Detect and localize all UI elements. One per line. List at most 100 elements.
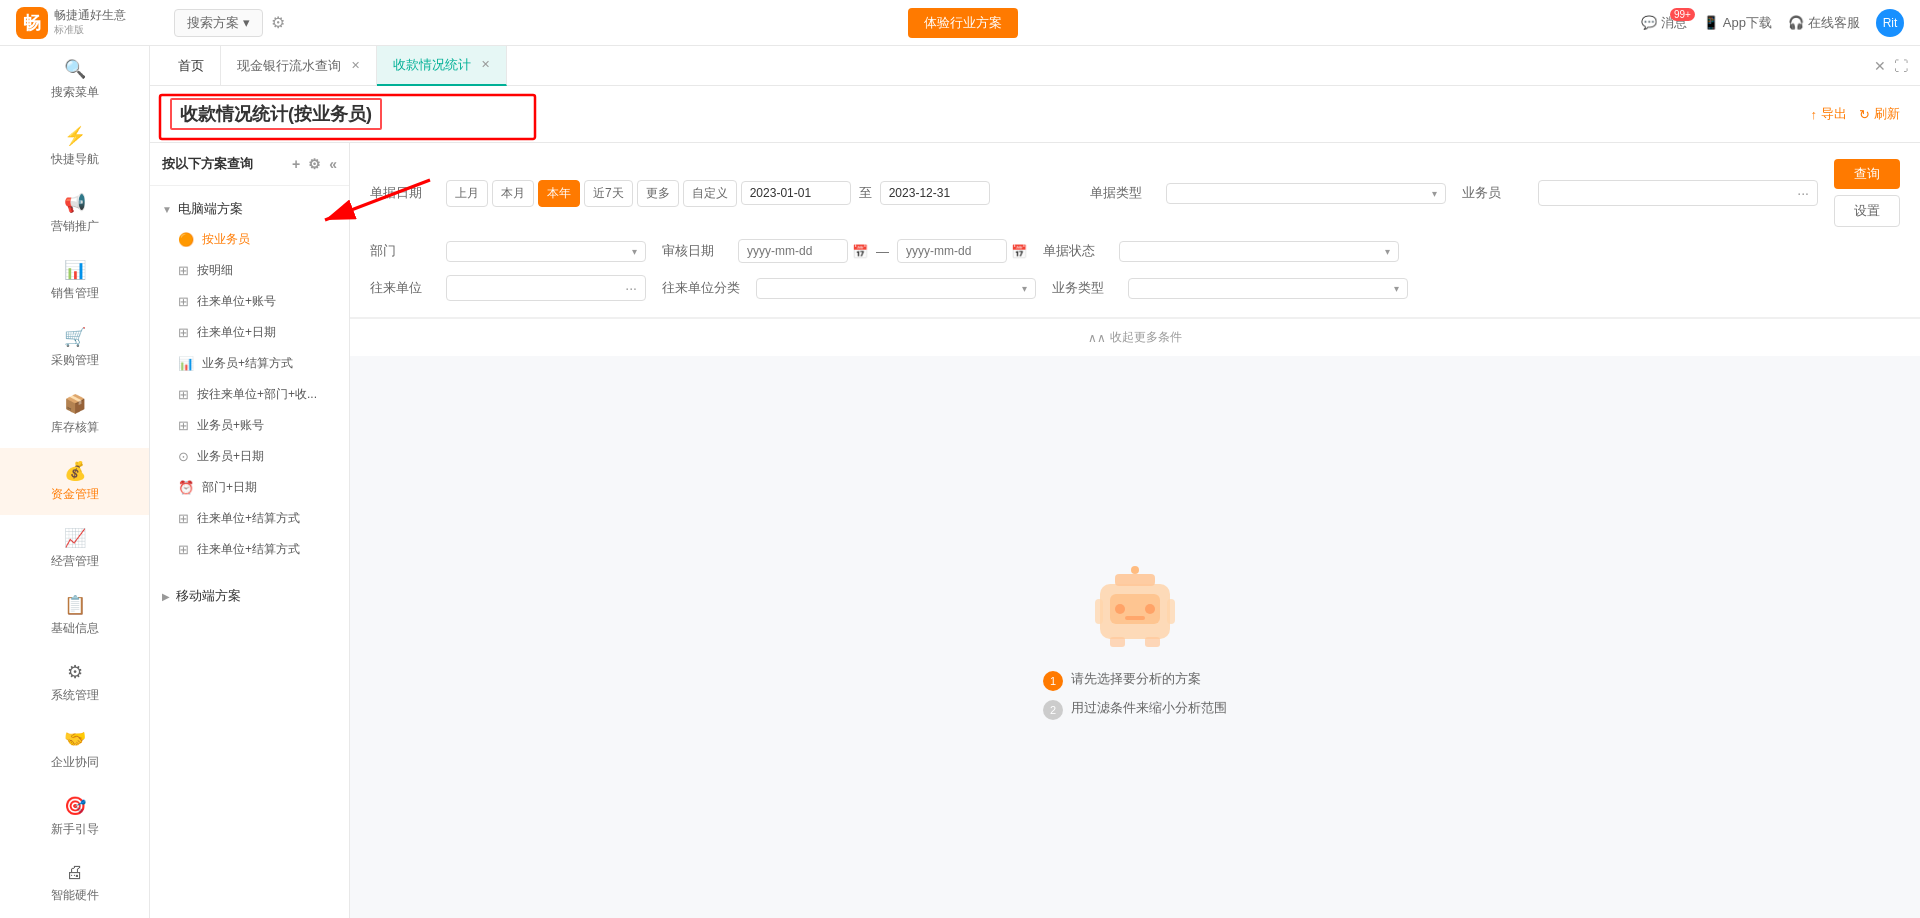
partner-category-select[interactable]: ▾ (756, 278, 1036, 299)
sidebar-item-guide[interactable]: 🎯 新手引导 (0, 783, 149, 850)
sidebar-item-purchase[interactable]: 🛒 采购管理 (0, 314, 149, 381)
doc-type-select[interactable]: ▾ (1166, 183, 1446, 204)
tab-bank-flow-close[interactable]: ✕ (351, 59, 360, 72)
date-from-input[interactable] (741, 181, 851, 205)
system-icon: ⚙ (67, 661, 83, 683)
tip-item-1: 1 请先选择要分析的方案 (1043, 670, 1227, 691)
dept-date-icon: ⏰ (178, 480, 194, 495)
scheme-item-unit-dept-income[interactable]: ⊞ 按往来单位+部门+收... (150, 379, 349, 410)
tab-receipt-stats-close[interactable]: ✕ (481, 58, 490, 71)
scheme-item-staff-date[interactable]: ⊙ 业务员+日期 (150, 441, 349, 472)
sidebar-label-finance: 资金管理 (51, 486, 99, 503)
export-label: 导出 (1821, 105, 1847, 123)
dept-label: 部门 (370, 242, 430, 260)
filter-section: 单据日期 上月 本月 本年 近7天 更多 自定义 至 (350, 143, 1920, 318)
collapse-scheme-icon[interactable]: « (329, 156, 337, 172)
svg-rect-7 (1095, 599, 1103, 624)
headset-icon: 🎧 (1788, 15, 1804, 30)
header-left: 畅 畅捷通好生意 标准版 搜索方案 ▾ ⚙ (16, 7, 285, 39)
online-service-button[interactable]: 🎧 在线客服 (1788, 14, 1860, 32)
sidebar: 🔍 搜索菜单 ⚡ 快捷导航 📢 营销推广 📊 销售管理 🛒 采购管理 📦 库存核… (0, 46, 150, 918)
gear-icon-header[interactable]: ⚙ (271, 13, 285, 32)
date-btn-custom[interactable]: 自定义 (683, 180, 737, 207)
scheme-item-dept-date[interactable]: ⏰ 部门+日期 (150, 472, 349, 503)
doc-status-select[interactable]: ▾ (1119, 241, 1399, 262)
empty-state: 1 请先选择要分析的方案 2 用过滤条件来缩小分析范围 (350, 356, 1920, 918)
search-scheme-button[interactable]: 搜索方案 ▾ (174, 9, 263, 37)
marketing-icon: 📢 (64, 192, 86, 214)
scheme-item-staff-account[interactable]: ⊞ 业务员+账号 (150, 410, 349, 441)
biz-type-select[interactable]: ▾ (1128, 278, 1408, 299)
scheme-gear-icon[interactable]: ⚙ (308, 156, 321, 172)
tab-home[interactable]: 首页 (162, 46, 221, 86)
user-initial: Rit (1883, 16, 1898, 30)
desktop-group-label: 电脑端方案 (178, 200, 243, 218)
partner-more-icon[interactable]: ··· (625, 280, 637, 296)
desktop-group-arrow: ▼ (162, 204, 172, 215)
salesperson-more-icon[interactable]: ··· (1797, 185, 1809, 201)
sidebar-item-basic-info[interactable]: 📋 基础信息 (0, 582, 149, 649)
date-btn-this-month[interactable]: 本月 (492, 180, 534, 207)
app-badge: 标准版 (54, 23, 126, 37)
maximize-window-icon[interactable]: ⛶ (1894, 58, 1908, 74)
app-download-button[interactable]: 📱 App下载 (1703, 14, 1772, 32)
svg-rect-8 (1167, 599, 1175, 624)
sidebar-item-search[interactable]: 🔍 搜索菜单 (0, 46, 149, 113)
main-layout: 🔍 搜索菜单 ⚡ 快捷导航 📢 营销推广 📊 销售管理 🛒 采购管理 📦 库存核… (0, 0, 1920, 918)
date-input-group: 至 (741, 181, 990, 205)
salesperson-select[interactable]: ··· (1538, 180, 1818, 206)
close-window-icon[interactable]: ✕ (1874, 58, 1886, 74)
sidebar-item-sales[interactable]: 📊 销售管理 (0, 247, 149, 314)
sidebar-item-inventory[interactable]: 📦 库存核算 (0, 381, 149, 448)
refresh-label: 刷新 (1874, 105, 1900, 123)
sidebar-item-operations[interactable]: 📈 经营管理 (0, 515, 149, 582)
staff-account-icon: ⊞ (178, 418, 189, 433)
scheme-item-unit-date[interactable]: ⊞ 往来单位+日期 (150, 317, 349, 348)
refresh-button[interactable]: ↻ 刷新 (1859, 105, 1900, 123)
user-avatar[interactable]: Rit (1876, 9, 1904, 37)
query-button[interactable]: 查询 (1834, 159, 1900, 189)
partner-category-arrow: ▾ (1022, 283, 1027, 294)
sidebar-item-smart-hw[interactable]: 🖨 智能硬件 (0, 850, 149, 916)
sidebar-item-quick-nav[interactable]: ⚡ 快捷导航 (0, 113, 149, 180)
sidebar-item-marketing[interactable]: 📢 营销推广 (0, 180, 149, 247)
sidebar-item-enterprise[interactable]: 🤝 企业协同 (0, 716, 149, 783)
scheme-mobile-title[interactable]: ▶ 移动端方案 (150, 581, 349, 611)
messages-button[interactable]: 💬 消息 99+ (1641, 14, 1687, 32)
scheme-item-by-detail[interactable]: ⊞ 按明细 (150, 255, 349, 286)
export-icon: ↑ (1811, 107, 1818, 122)
date-btn-last-month[interactable]: 上月 (446, 180, 488, 207)
scheme-item-unit-settle2[interactable]: ⊞ 往来单位+结算方式 (150, 534, 349, 565)
audit-date-icon-to: 📅 (1011, 244, 1027, 259)
scheme-desktop-title[interactable]: ▼ 电脑端方案 (150, 194, 349, 224)
collapse-bar[interactable]: ∧∧ 收起更多条件 (350, 318, 1920, 356)
date-btn-this-year[interactable]: 本年 (538, 180, 580, 207)
tab-receipt-stats[interactable]: 收款情况统计 ✕ (377, 46, 507, 86)
main-content: 首页 现金银行流水查询 ✕ 收款情况统计 ✕ ✕ ⛶ 收款情况统计(按业务员) … (150, 46, 1920, 918)
add-scheme-icon[interactable]: + (292, 156, 300, 172)
sidebar-item-system[interactable]: ⚙ 系统管理 (0, 649, 149, 716)
dept-select[interactable]: ▾ (446, 241, 646, 262)
date-btn-more[interactable]: 更多 (637, 180, 679, 207)
audit-date-to-input[interactable] (897, 239, 1007, 263)
trial-button[interactable]: 体验行业方案 (908, 8, 1018, 38)
scheme-item-unit-settle1[interactable]: ⊞ 往来单位+结算方式 (150, 503, 349, 534)
scheme-item-by-salesperson[interactable]: 🟠 按业务员 (150, 224, 349, 255)
scheme-item-unit-account[interactable]: ⊞ 往来单位+账号 (150, 286, 349, 317)
date-to-input[interactable] (880, 181, 990, 205)
settings-button[interactable]: 设置 (1834, 195, 1900, 227)
sidebar-label-marketing: 营销推广 (51, 218, 99, 235)
sidebar-label-basic-info: 基础信息 (51, 620, 99, 637)
sidebar-item-finance[interactable]: 💰 资金管理 (0, 448, 149, 515)
staff-date-label: 业务员+日期 (197, 448, 264, 465)
export-button[interactable]: ↑ 导出 (1811, 105, 1848, 123)
tab-bank-flow[interactable]: 现金银行流水查询 ✕ (221, 46, 377, 86)
page-header: 收款情况统计(按业务员) ↑ 导出 ↻ 刷新 (150, 86, 1920, 143)
partner-select[interactable]: ··· (446, 275, 646, 301)
app-logo-icon: 畅 (16, 7, 48, 39)
unit-settle1-icon: ⊞ (178, 511, 189, 526)
audit-date-from-input[interactable] (738, 239, 848, 263)
scheme-item-staff-settle[interactable]: 📊 业务员+结算方式 (150, 348, 349, 379)
date-btn-7days[interactable]: 近7天 (584, 180, 633, 207)
doc-type-dropdown-arrow: ▾ (1432, 188, 1437, 199)
